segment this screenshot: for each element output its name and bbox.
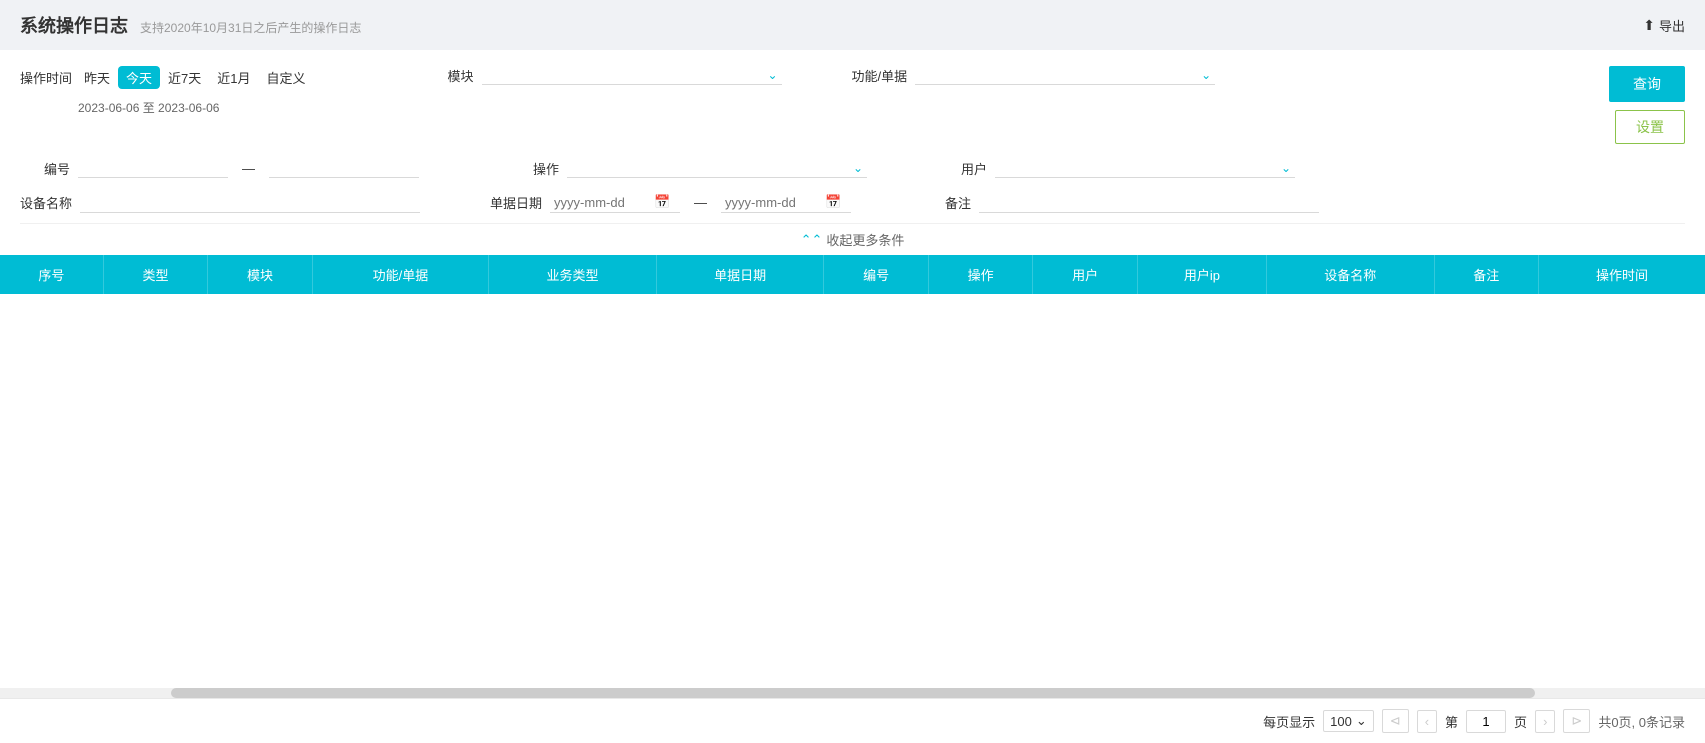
table-header-row: 序号 类型 模块 功能/单据 业务类型 单据日期 编号 操作 用户 用户ip 设… [0, 255, 1705, 294]
operation-select[interactable]: ⌄ [567, 159, 867, 178]
device-filter-item: 设备名称 [20, 193, 420, 213]
page-subtitle: 支持2020年10月31日之后产生的操作日志 [140, 19, 361, 36]
date-dash: — [694, 195, 707, 210]
col-user-ip: 用户ip [1137, 255, 1266, 294]
collapse-row: ⌃⌃ 收起更多条件 [20, 223, 1685, 251]
per-page-label: 每页显示 [1263, 712, 1315, 731]
code-input-start[interactable] [78, 158, 228, 178]
col-op-time: 操作时间 [1539, 255, 1705, 294]
time-label: 操作时间 [20, 68, 72, 87]
code-input-end[interactable] [269, 158, 419, 178]
time-filter: 昨天 今天 近7天 近1月 自定义 [76, 66, 314, 89]
remark-label: 备注 [921, 193, 971, 212]
export-button[interactable]: ⬆ 导出 [1643, 16, 1685, 35]
time-btn-yesterday[interactable]: 昨天 [76, 66, 118, 89]
col-index: 序号 [0, 255, 103, 294]
last-page-button[interactable]: ⊳ [1563, 709, 1590, 733]
time-btn-1month[interactable]: 近1月 [209, 66, 258, 89]
date-filter-item: 单据日期 📅 — 📅 [490, 192, 851, 213]
user-dropdown-icon: ⌄ [1281, 161, 1291, 175]
per-page-select[interactable]: 100 ⌄ [1323, 710, 1374, 732]
code-filter-item: 编号 — [20, 158, 419, 178]
operation-filter-item: 操作 ⌄ [509, 159, 867, 178]
time-filter-item: 操作时间 昨天 今天 近7天 近1月 自定义 2023-06-06 至 2023… [20, 66, 314, 116]
user-select[interactable]: ⌄ [995, 159, 1295, 178]
function-select[interactable]: ⌄ [915, 66, 1215, 85]
collapse-button[interactable]: ⌃⌃ 收起更多条件 [801, 230, 905, 249]
module-label: 模块 [424, 66, 474, 85]
scrollbar-thumb[interactable] [171, 688, 1535, 698]
prev-page-button[interactable]: ‹ [1417, 710, 1437, 733]
col-type: 类型 [103, 255, 207, 294]
per-page-value: 100 [1330, 714, 1352, 729]
col-device: 设备名称 [1266, 255, 1434, 294]
settings-button[interactable]: 设置 [1615, 110, 1685, 144]
date-end-wrap: 📅 [721, 192, 851, 213]
function-dropdown-icon: ⌄ [1201, 68, 1211, 82]
col-operation: 操作 [928, 255, 1032, 294]
module-filter-item: 模块 ⌄ [424, 66, 782, 85]
calendar-end-icon[interactable]: 📅 [825, 194, 841, 210]
function-label: 功能/单据 [852, 66, 908, 85]
first-page-button[interactable]: ⊲ [1382, 709, 1409, 733]
collapse-up-icon: ⌃⌃ [801, 232, 823, 248]
export-label: 导出 [1659, 16, 1685, 35]
col-biz-type: 业务类型 [489, 255, 657, 294]
per-page-dropdown-icon: ⌄ [1356, 713, 1367, 729]
col-code: 编号 [824, 255, 928, 294]
col-module: 模块 [208, 255, 312, 294]
module-select[interactable]: ⌄ [482, 66, 782, 85]
time-btn-7days[interactable]: 近7天 [160, 66, 209, 89]
time-btn-today[interactable]: 今天 [118, 66, 160, 89]
col-function: 功能/单据 [312, 255, 488, 294]
user-label: 用户 [937, 159, 987, 178]
user-filter-item: 用户 ⌄ [937, 159, 1295, 178]
export-icon: ⬆ [1643, 17, 1655, 34]
operation-dropdown-icon: ⌄ [853, 161, 863, 175]
calendar-start-icon[interactable]: 📅 [654, 194, 670, 210]
remark-filter-item: 备注 [921, 193, 1319, 213]
empty-area [0, 294, 1705, 614]
next-page-button[interactable]: › [1535, 710, 1555, 733]
operation-label: 操作 [509, 159, 559, 178]
filter-area: 操作时间 昨天 今天 近7天 近1月 自定义 2023-06-06 至 2023… [0, 50, 1705, 255]
page-label: 第 [1445, 712, 1458, 731]
remark-input[interactable] [979, 193, 1319, 213]
date-label: 单据日期 [490, 193, 542, 212]
col-user: 用户 [1033, 255, 1137, 294]
date-start-wrap: 📅 [550, 192, 680, 213]
device-input[interactable] [80, 193, 420, 213]
collapse-label: 收起更多条件 [826, 230, 904, 249]
page-title: 系统操作日志 [20, 12, 128, 38]
time-range: 2023-06-06 至 2023-06-06 [78, 101, 219, 115]
page-total: 共0页, 0条记录 [1598, 712, 1685, 731]
query-button[interactable]: 查询 [1609, 66, 1685, 102]
device-label: 设备名称 [20, 193, 72, 212]
scrollbar-area[interactable] [0, 688, 1705, 698]
page-header: 系统操作日志 支持2020年10月31日之后产生的操作日志 ⬆ 导出 [0, 0, 1705, 50]
code-dash: — [242, 161, 255, 176]
code-label: 编号 [20, 159, 70, 178]
date-start-input[interactable] [554, 195, 654, 210]
col-date: 单据日期 [656, 255, 824, 294]
time-btn-custom[interactable]: 自定义 [259, 66, 314, 89]
pagination: 每页显示 100 ⌄ ⊲ ‹ 第 页 › ⊳ 共0页, 0条记录 [0, 698, 1705, 743]
page-input[interactable] [1466, 710, 1506, 733]
action-buttons: 查询 设置 [1609, 66, 1685, 144]
date-end-input[interactable] [725, 195, 825, 210]
function-filter-item: 功能/单据 ⌄ [852, 66, 1216, 85]
data-table: 序号 类型 模块 功能/单据 业务类型 单据日期 编号 操作 用户 用户ip 设… [0, 255, 1705, 294]
page-unit: 页 [1514, 712, 1527, 731]
col-remark: 备注 [1434, 255, 1538, 294]
table-wrap: 序号 类型 模块 功能/单据 业务类型 单据日期 编号 操作 用户 用户ip 设… [0, 255, 1705, 688]
module-dropdown-icon: ⌄ [767, 68, 777, 82]
